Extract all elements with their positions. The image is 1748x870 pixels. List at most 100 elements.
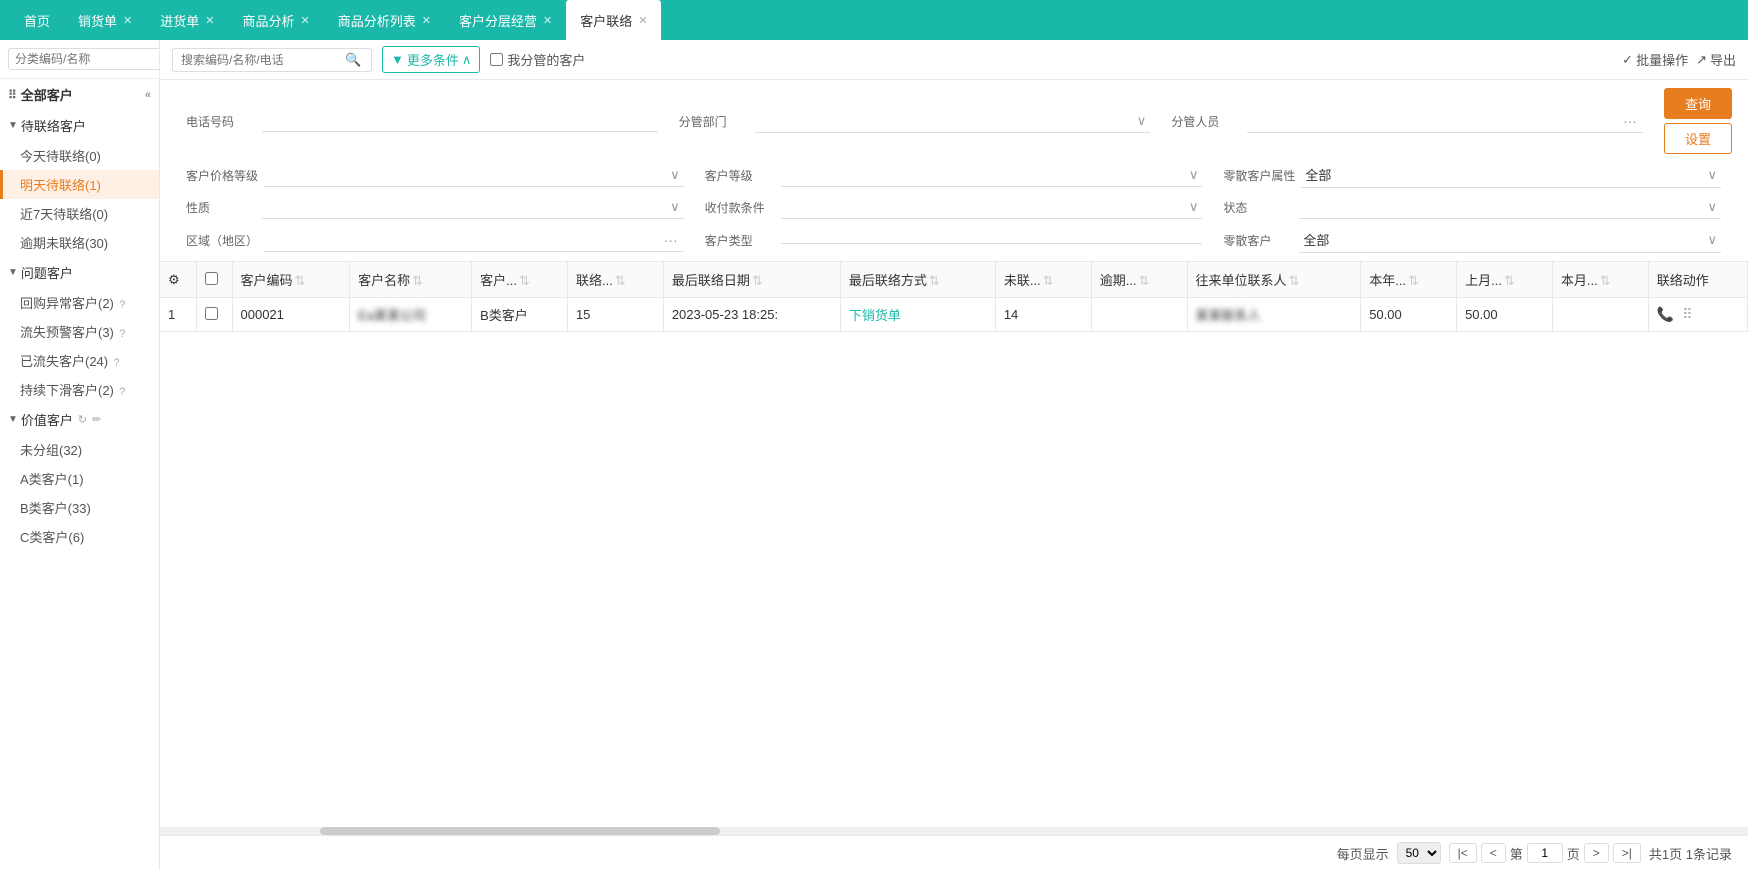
sidebar-all-customers[interactable]: ⠿ 全部客户 « — [0, 79, 159, 110]
first-page-btn[interactable]: |< — [1449, 843, 1477, 863]
th-last-month-sort[interactable]: ⇅ — [1504, 273, 1515, 288]
type-select[interactable] — [781, 237, 1203, 244]
manager-select[interactable]: ··· — [1247, 110, 1643, 133]
filter-search-btn[interactable]: 🔍 — [345, 52, 361, 68]
prev-page-btn[interactable]: < — [1481, 843, 1506, 863]
content-area: 🔍 ▼ 更多条件 ∧ 我分管的客户 ✓ 批量操作 ↗ 导出 — [160, 40, 1748, 870]
nav-customer-contact-close[interactable]: ✕ — [638, 14, 647, 27]
area-dots[interactable]: ··· — [662, 232, 680, 248]
status-select[interactable]: ∨ — [1299, 196, 1721, 219]
th-overdue-sort[interactable]: ⇅ — [1139, 273, 1150, 288]
next-page-btn[interactable]: > — [1584, 843, 1609, 863]
last-page-btn[interactable]: >| — [1613, 843, 1641, 863]
th-year-amount-sort[interactable]: ⇅ — [1408, 273, 1419, 288]
declining-label: 持续下滑客户(2) — [20, 383, 114, 398]
filter-retail-attr-cell: 零散客户属性 全部 ∨ — [1213, 162, 1732, 188]
area-select[interactable]: ··· — [264, 229, 684, 252]
action-call-icon[interactable]: 📞 — [1657, 306, 1674, 323]
th-last-month-label: 上月... — [1465, 273, 1502, 288]
dept-select[interactable]: ∨ — [755, 110, 1151, 133]
value-section-title[interactable]: ▼ 价值客户 ↻ ✏ — [0, 404, 159, 435]
customer-level-select[interactable]: ∨ — [781, 164, 1203, 187]
batch-operation-btn[interactable]: ✓ 批量操作 — [1622, 50, 1688, 69]
sidebar-today-pending[interactable]: 今天待联络(0) — [0, 141, 159, 170]
sidebar-overdue-pending[interactable]: 逾期未联络(30) — [0, 228, 159, 257]
filter-gender-cell: 性质 ∨ — [176, 196, 695, 219]
row-checkbox[interactable] — [205, 307, 218, 320]
advanced-filter: 电话号码 分管部门 ∨ 分管人员 ··· — [160, 80, 1748, 262]
query-button[interactable]: 查询 — [1664, 88, 1732, 119]
set-button[interactable]: 设置 — [1664, 123, 1732, 154]
my-customers-label: 我分管的客户 — [507, 50, 585, 69]
settings-icon[interactable]: ⚙ — [168, 272, 180, 287]
th-no-contact-sort[interactable]: ⇅ — [1043, 273, 1054, 288]
nav-product-analysis-close[interactable]: ✕ — [301, 14, 310, 27]
sidebar-class-c[interactable]: C类客户(6) — [0, 522, 159, 551]
filter-more-btn[interactable]: ▼ 更多条件 ∧ — [382, 46, 480, 73]
export-label: 导出 — [1710, 50, 1736, 69]
sidebar-ungrouped[interactable]: 未分组(32) — [0, 435, 159, 464]
nav-sales[interactable]: 销货单 ✕ — [64, 0, 146, 40]
filter-customer-level-cell: 客户等级 ∨ — [695, 164, 1214, 187]
sidebar-churn-warning[interactable]: 流失预警客户(3) ? — [0, 317, 159, 346]
nav-customer-contact[interactable]: 客户联络 ✕ — [566, 0, 661, 40]
pagination: |< < 第 页 > >| — [1449, 843, 1641, 863]
horizontal-scrollbar[interactable] — [160, 827, 1748, 835]
row-last-method[interactable]: 下销货单 — [849, 308, 901, 323]
sidebar-declining[interactable]: 持续下滑客户(2) ? — [0, 375, 159, 404]
nav-purchase-close[interactable]: ✕ — [205, 14, 214, 27]
export-btn[interactable]: ↗ 导出 — [1696, 50, 1736, 69]
gender-select[interactable]: ∨ — [262, 196, 684, 219]
nav-sales-close[interactable]: ✕ — [123, 14, 132, 27]
page-number-input[interactable] — [1527, 843, 1563, 863]
sidebar-class-a[interactable]: A类客户(1) — [0, 464, 159, 493]
th-last-date-sort[interactable]: ⇅ — [752, 273, 763, 288]
value-label: 价值客户 — [21, 410, 73, 429]
pending-section-title[interactable]: ▼ 待联络客户 — [0, 110, 159, 141]
nav-home[interactable]: 首页 — [10, 0, 64, 40]
my-customers-checkbox[interactable]: 我分管的客户 — [490, 50, 585, 69]
th-this-month-sort[interactable]: ⇅ — [1600, 273, 1611, 288]
action-more-icon[interactable]: ⠿ — [1682, 306, 1692, 323]
batch-check-icon: ✓ — [1622, 52, 1633, 68]
th-this-month: 本月...⇅ — [1552, 262, 1648, 298]
scrollbar-thumb[interactable] — [320, 827, 720, 835]
phone-input[interactable] — [262, 111, 658, 132]
th-type-sort[interactable]: ⇅ — [519, 273, 530, 288]
price-level-select[interactable]: ∨ — [264, 164, 684, 187]
filter-search-input[interactable] — [181, 53, 341, 67]
phone-label: 电话号码 — [186, 113, 256, 130]
td-contact-count: 15 — [567, 298, 663, 332]
sidebar-week-pending[interactable]: 近7天待联络(0) — [0, 199, 159, 228]
th-code-sort[interactable]: ⇅ — [295, 273, 306, 288]
pending-arrow: ▼ — [8, 120, 18, 131]
problem-section-title[interactable]: ▼ 问题客户 — [0, 257, 159, 288]
nav-product-analysis[interactable]: 商品分析 ✕ — [228, 0, 323, 40]
retail-attr-select[interactable]: 全部 ∨ — [1301, 162, 1721, 188]
nav-product-list-close[interactable]: ✕ — [422, 14, 431, 27]
select-all-checkbox[interactable] — [205, 272, 218, 285]
th-contact-person-sort[interactable]: ⇅ — [1289, 273, 1300, 288]
filter-toolbar: 🔍 ▼ 更多条件 ∧ 我分管的客户 ✓ 批量操作 ↗ 导出 — [160, 40, 1748, 80]
retail-customer-select[interactable]: 全部 ∨ — [1299, 227, 1721, 253]
payment-select[interactable]: ∨ — [781, 196, 1203, 219]
sidebar-class-b[interactable]: B类客户(33) — [0, 493, 159, 522]
repurchase-label: 回购异常客户(2) — [20, 296, 114, 311]
sidebar-churned[interactable]: 已流失客户(24) ? — [0, 346, 159, 375]
sidebar-search-input[interactable] — [8, 48, 160, 70]
sidebar-repurchase-abnormal[interactable]: 回购异常客户(2) ? — [0, 288, 159, 317]
nav-customer-tier[interactable]: 客户分层经营 ✕ — [445, 0, 566, 40]
row-last-date: 2023-05-23 18:25: — [672, 307, 778, 322]
sidebar-collapse-icon[interactable]: « — [145, 89, 151, 101]
page-size-select[interactable]: 50 — [1397, 842, 1441, 864]
nav-product-list[interactable]: 商品分析列表 ✕ — [324, 0, 445, 40]
manager-dots[interactable]: ··· — [1621, 113, 1639, 129]
my-customers-check[interactable] — [490, 53, 503, 66]
sidebar-tomorrow-pending[interactable]: 明天待联络(1) — [0, 170, 159, 199]
nav-customer-tier-close[interactable]: ✕ — [543, 14, 552, 27]
nav-purchase[interactable]: 进货单 ✕ — [146, 0, 228, 40]
th-name-sort[interactable]: ⇅ — [412, 273, 423, 288]
th-last-method-sort[interactable]: ⇅ — [929, 273, 940, 288]
th-contact-count-sort[interactable]: ⇅ — [615, 273, 626, 288]
row-name: Ea某某公司 — [358, 305, 426, 324]
